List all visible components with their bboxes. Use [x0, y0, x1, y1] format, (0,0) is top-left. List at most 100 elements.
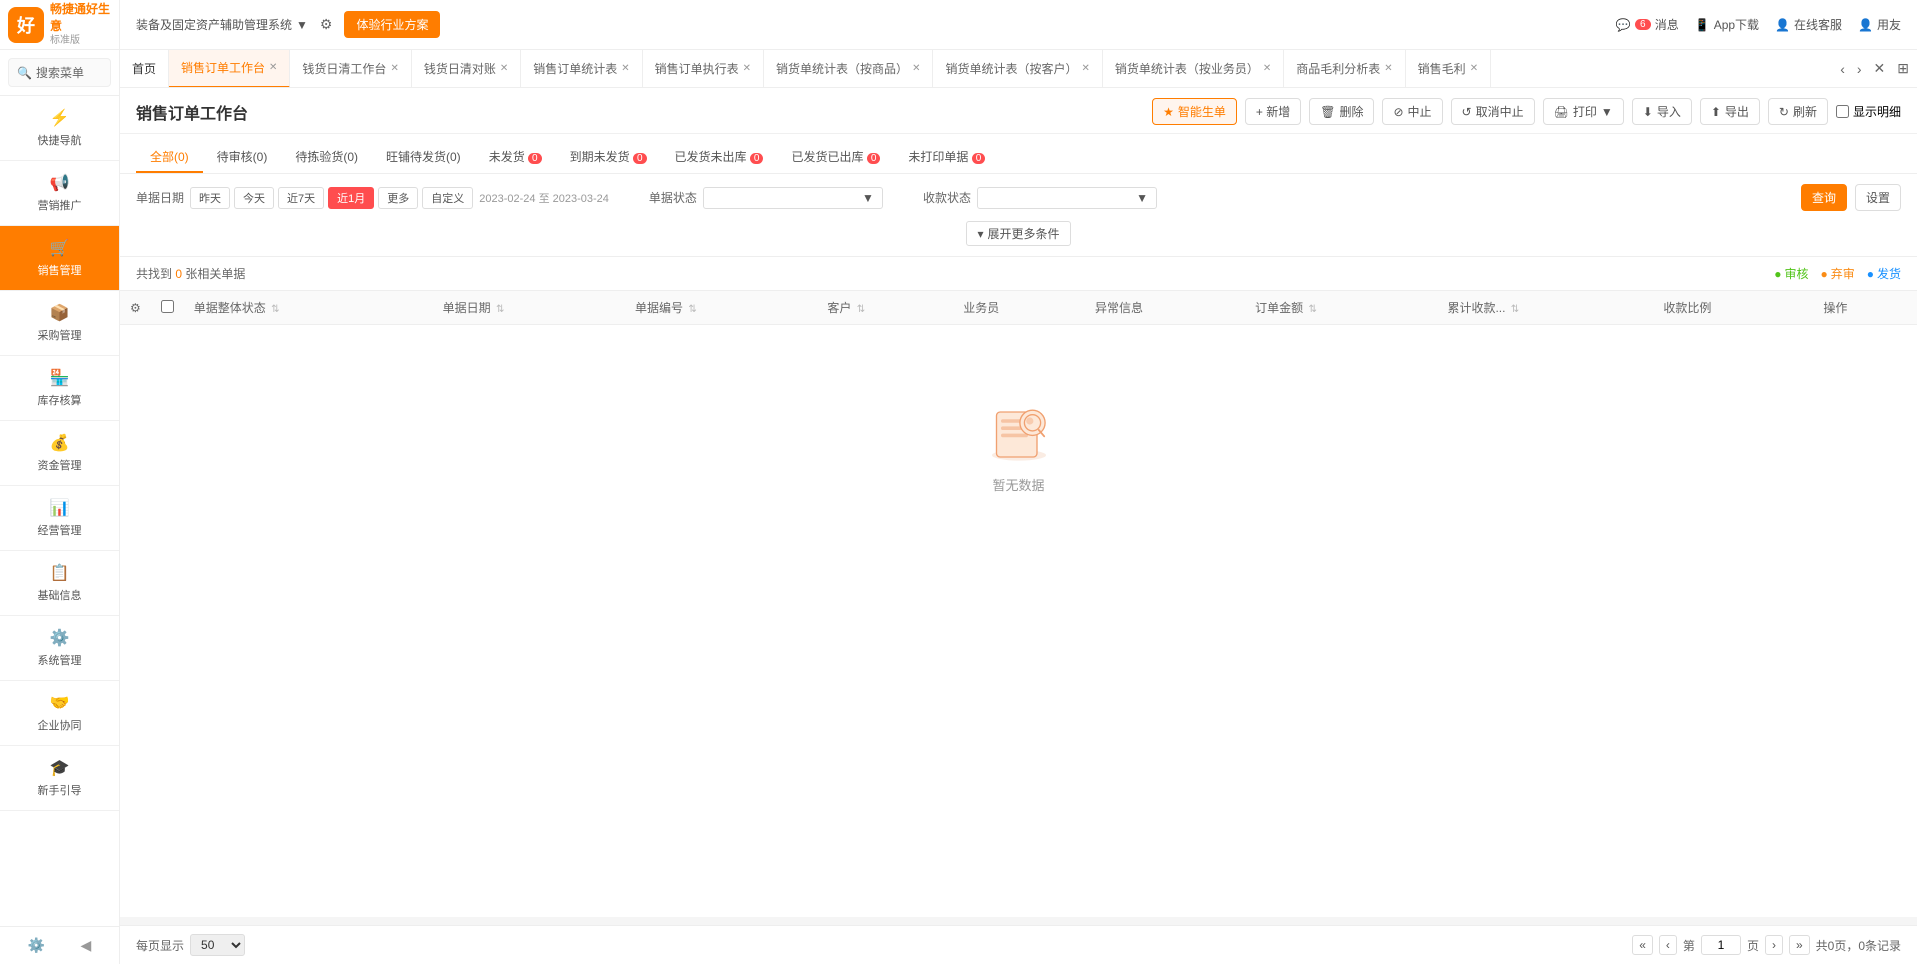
last-page-btn[interactable]: »: [1789, 935, 1810, 955]
date-btn-custom[interactable]: 自定义: [422, 187, 473, 209]
sidebar-item-guide[interactable]: 🎓 新手引导: [0, 746, 119, 811]
sidebar-item-marketing[interactable]: 📢 营销推广: [0, 161, 119, 226]
new-btn[interactable]: + 新增: [1245, 98, 1301, 125]
tab-sales-stats-staff[interactable]: 销货单统计表（按业务员） ✕: [1103, 50, 1284, 88]
subtab-not-printed[interactable]: 未打印单据 0: [894, 142, 999, 173]
horizontal-scrollbar[interactable]: [120, 917, 1917, 925]
show-detail-toggle[interactable]: 显示明细: [1836, 103, 1901, 120]
tab-sales-stats-customer-close[interactable]: ✕: [1081, 63, 1089, 74]
sidebar-item-basic-info[interactable]: 📋 基础信息: [0, 551, 119, 616]
industry-btn[interactable]: 体验行业方案: [344, 11, 440, 38]
ship-btn[interactable]: ● 发货: [1867, 265, 1901, 282]
date-btn-yesterday[interactable]: 昨天: [190, 187, 230, 209]
th-customer-sort-icon[interactable]: ⇅: [857, 304, 865, 315]
import-btn[interactable]: ⬇ 导入: [1632, 98, 1692, 125]
tab-nav-next[interactable]: ›: [1853, 59, 1866, 79]
smart-create-btn[interactable]: ★ 智能生单: [1152, 98, 1237, 125]
tab-sales-stats-staff-close[interactable]: ✕: [1263, 63, 1271, 74]
delete-icon: 🗑: [1320, 105, 1335, 119]
sidebar-item-enterprise[interactable]: 🤝 企业协同: [0, 681, 119, 746]
subtab-pending-check[interactable]: 待拣验货(0): [281, 142, 372, 173]
revoke-btn[interactable]: ● 弃审: [1820, 265, 1854, 282]
tab-sales-profit[interactable]: 销售毛利 ✕: [1406, 50, 1491, 88]
date-btn-today[interactable]: 今天: [234, 187, 274, 209]
prev-page-btn[interactable]: ‹: [1659, 935, 1677, 955]
tab-cash-reconcile-close[interactable]: ✕: [500, 63, 508, 74]
tab-sales-stats-product-close[interactable]: ✕: [912, 63, 920, 74]
subtab-shipped-out[interactable]: 已发货已出库 0: [777, 142, 894, 173]
first-page-btn[interactable]: «: [1632, 935, 1653, 955]
tab-sales-workbench-close[interactable]: ✕: [269, 62, 277, 73]
per-page-select[interactable]: 10 20 50 100: [190, 934, 245, 956]
subtab-expired-not-shipped[interactable]: 到期未发货 0: [556, 142, 661, 173]
date-btn-7days[interactable]: 近7天: [278, 187, 324, 209]
tab-sales-order-stats-close[interactable]: ✕: [621, 63, 629, 74]
settings-bottom-btn[interactable]: ⚙️: [28, 937, 45, 954]
subtab-wangpu[interactable]: 旺铺待发货(0): [372, 142, 475, 173]
app-download-action[interactable]: 📱 App下载: [1695, 16, 1759, 33]
subtab-shipped-not-out[interactable]: 已发货未出库 0: [661, 142, 778, 173]
filter-payment-select[interactable]: ▼: [977, 187, 1157, 209]
filter-status-select[interactable]: ▼: [703, 187, 883, 209]
next-page-btn[interactable]: ›: [1765, 935, 1783, 955]
online-service-action[interactable]: 👤 在线客服: [1775, 16, 1842, 33]
tab-sales-profit-close[interactable]: ✕: [1470, 63, 1478, 74]
sidebar-item-sales[interactable]: 🛒 销售管理: [0, 226, 119, 291]
tab-home[interactable]: 首页: [120, 50, 169, 88]
th-collected-sort-icon[interactable]: ⇅: [1511, 304, 1519, 315]
sidebar-item-system[interactable]: ⚙️ 系统管理: [0, 616, 119, 681]
th-exception: 异常信息: [1085, 291, 1245, 325]
print-btn[interactable]: 🖨 打印 ▼: [1543, 98, 1624, 125]
query-btn[interactable]: 查询: [1801, 184, 1847, 211]
delete-btn[interactable]: 🗑 删除: [1309, 98, 1374, 125]
collapse-btn[interactable]: ◀: [81, 937, 92, 954]
th-amount-sort-icon[interactable]: ⇅: [1308, 304, 1316, 315]
date-btn-more[interactable]: 更多: [378, 187, 418, 209]
audit-btn[interactable]: ● 审核: [1774, 265, 1808, 282]
tab-cash-reconcile[interactable]: 钱货日清对账 ✕: [412, 50, 521, 88]
subtab-pending-review[interactable]: 待审核(0): [203, 142, 282, 173]
th-number-sort-icon[interactable]: ⇅: [688, 304, 696, 315]
tab-product-profit[interactable]: 商品毛利分析表 ✕: [1284, 50, 1405, 88]
th-status-sort-icon[interactable]: ⇅: [271, 304, 279, 315]
tab-sales-order-exec[interactable]: 销售订单执行表 ✕: [643, 50, 764, 88]
tab-sales-stats-customer[interactable]: 销货单统计表（按客户） ✕: [933, 50, 1102, 88]
tab-sales-workbench[interactable]: 销售订单工作台 ✕: [169, 50, 290, 88]
filter-setting-btn[interactable]: 设置: [1855, 184, 1901, 211]
search-menu-btn[interactable]: 🔍 搜索菜单: [8, 58, 111, 87]
tab-nav-prev[interactable]: ‹: [1836, 59, 1849, 79]
subtab-all[interactable]: 全部(0): [136, 142, 203, 173]
tab-cash-daily[interactable]: 钱货日清工作台 ✕: [290, 50, 411, 88]
tab-nav-expand[interactable]: ⊞: [1893, 58, 1913, 79]
tab-product-profit-close[interactable]: ✕: [1384, 63, 1392, 74]
sidebar-item-finance[interactable]: 💰 资金管理: [0, 421, 119, 486]
expand-conditions-btn[interactable]: ▾ 展开更多条件: [966, 221, 1070, 246]
subtab-not-shipped[interactable]: 未发货 0: [475, 142, 556, 173]
tab-sales-stats-product[interactable]: 销货单统计表（按商品） ✕: [764, 50, 933, 88]
th-checkbox[interactable]: [151, 291, 184, 325]
show-detail-checkbox[interactable]: [1836, 105, 1849, 118]
tab-sales-order-stats[interactable]: 销售订单统计表 ✕: [521, 50, 642, 88]
refresh-btn[interactable]: ↻ 刷新: [1768, 98, 1828, 125]
topbar-gear-icon[interactable]: ⚙: [320, 16, 333, 33]
date-btn-1month[interactable]: 近1月: [328, 187, 374, 209]
th-status-label: 单据整体状态: [194, 301, 266, 315]
page-input[interactable]: [1701, 935, 1741, 955]
message-action[interactable]: 💬 6 消息: [1616, 16, 1679, 33]
sidebar-item-purchase[interactable]: 📦 采购管理: [0, 291, 119, 356]
th-setting[interactable]: ⚙: [120, 291, 151, 325]
user-action[interactable]: 👤 用友: [1858, 16, 1901, 33]
sidebar-item-operations[interactable]: 📊 经营管理: [0, 486, 119, 551]
th-date-sort-icon[interactable]: ⇅: [496, 304, 504, 315]
tab-nav-close-all[interactable]: ✕: [1870, 58, 1890, 79]
suspend-btn[interactable]: ⊘ 中止: [1382, 98, 1442, 125]
tab-sales-order-exec-close[interactable]: ✕: [743, 63, 751, 74]
module-selector[interactable]: 装备及固定资产辅助管理系统 ▼: [136, 16, 308, 33]
unsuspend-btn[interactable]: ↺ 取消中止: [1451, 98, 1535, 125]
sidebar-item-inventory[interactable]: 🏪 库存核算: [0, 356, 119, 421]
tab-cash-daily-close[interactable]: ✕: [390, 63, 398, 74]
export-btn[interactable]: ⬆ 导出: [1700, 98, 1760, 125]
th-customer-label: 客户: [827, 301, 851, 315]
select-all-checkbox[interactable]: [161, 300, 174, 313]
sidebar-item-shortcut[interactable]: ⚡ 快捷导航: [0, 96, 119, 161]
